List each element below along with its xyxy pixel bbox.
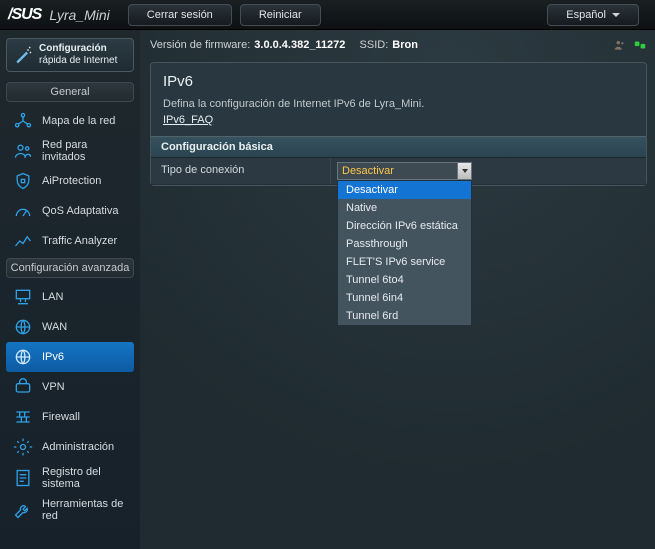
firmware-label: Versión de firmware: (150, 39, 250, 51)
status-icons (613, 38, 647, 52)
sidebar-item-label: Mapa de la red (42, 115, 115, 127)
sidebar-item-label: WAN (42, 321, 67, 333)
sidebar-item-wan[interactable]: WAN (6, 312, 134, 342)
vpn-icon (12, 376, 34, 398)
page-title: IPv6 (151, 63, 646, 98)
ipv6-faq-link[interactable]: IPv6_FAQ (151, 114, 225, 136)
shield-lock-icon (12, 170, 34, 192)
sidebar-item-network-map[interactable]: Mapa de la red (6, 106, 134, 136)
connection-type-option[interactable]: Tunnel 6in4 (338, 289, 471, 307)
sidebar-item-label: LAN (42, 291, 63, 303)
connection-type-option[interactable]: FLET'S IPv6 service (338, 253, 471, 271)
sidebar-item-aiprotection[interactable]: AiProtection (6, 166, 134, 196)
ssid-value: Bron (392, 39, 418, 51)
sidebar-item-lan[interactable]: LAN (6, 282, 134, 312)
brand-model: Lyra_Mini (49, 7, 109, 23)
network-map-icon (12, 110, 34, 132)
language-selector[interactable]: Español (547, 4, 639, 26)
gauge-icon (12, 200, 34, 222)
traffic-icon (12, 230, 34, 252)
sidebar-item-traffic-analyzer[interactable]: Traffic Analyzer (6, 226, 134, 256)
sidebar-item-firewall[interactable]: Firewall (6, 402, 134, 432)
gear-icon (12, 436, 34, 458)
logout-button[interactable]: Cerrar sesión (128, 4, 232, 26)
connection-type-option[interactable]: Tunnel 6to4 (338, 271, 471, 289)
sidebar-item-label: Red para invitados (42, 139, 128, 163)
sidebar-item-label: Administración (42, 441, 114, 453)
globe-icon (12, 316, 34, 338)
wrench-icon (12, 499, 34, 521)
section-general-header: General (6, 82, 134, 102)
ssid-label: SSID: (360, 39, 389, 51)
lan-icon (12, 286, 34, 308)
connection-type-dropdown: DesactivarNativeDirección IPv6 estáticaP… (337, 180, 472, 326)
sidebar-item-label: QoS Adaptativa (42, 205, 118, 217)
language-label: Español (566, 9, 606, 21)
connection-type-option[interactable]: Dirección IPv6 estática (338, 217, 471, 235)
log-icon (12, 467, 34, 489)
sidebar-item-label: AiProtection (42, 175, 101, 187)
sidebar-item-label: Traffic Analyzer (42, 235, 117, 247)
firmware-version: 3.0.0.4.382_11272 (254, 39, 345, 51)
connection-type-option[interactable]: Tunnel 6rd (338, 307, 471, 325)
qis-label: Configuraciónrápida de Internet (39, 43, 117, 67)
reboot-button[interactable]: Reiniciar (240, 4, 321, 26)
sidebar-item-label: Herramientas de red (42, 498, 123, 522)
section-advanced-header: Configuración avanzada (6, 258, 134, 278)
connection-type-row: Tipo de conexión Desactivar DesactivarNa… (151, 158, 646, 185)
sidebar-item-guest-network[interactable]: Red para invitados (6, 136, 134, 166)
sidebar-item-label: Registro del sistema (42, 466, 101, 490)
quick-internet-setup-button[interactable]: Configuraciónrápida de Internet (6, 38, 134, 72)
connection-type-value: Desactivar (342, 165, 394, 177)
link-status-icon[interactable] (633, 38, 647, 52)
sidebar: Configuraciónrápida de Internet General … (0, 30, 140, 549)
guest-network-icon (12, 140, 34, 162)
sidebar-item-label: Firewall (42, 411, 80, 423)
sidebar-item-label: IPv6 (42, 351, 64, 363)
sidebar-item-qos[interactable]: QoS Adaptativa (6, 196, 134, 226)
globe-icon (12, 346, 34, 368)
magic-wand-icon (13, 45, 33, 65)
connection-type-label: Tipo de conexión (151, 158, 331, 184)
chevron-down-icon (457, 163, 471, 179)
users-icon[interactable] (613, 38, 627, 52)
basic-config-header: Configuración básica (151, 136, 646, 158)
firmware-line: Versión de firmware: 3.0.0.4.382_11272 S… (150, 38, 647, 52)
sidebar-item-system-log[interactable]: Registro del sistema (6, 462, 134, 494)
sidebar-item-ipv6[interactable]: IPv6 (6, 342, 134, 372)
sidebar-item-administration[interactable]: Administración (6, 432, 134, 462)
firewall-icon (12, 406, 34, 428)
sidebar-item-label: VPN (42, 381, 65, 393)
content-area: Versión de firmware: 3.0.0.4.382_11272 S… (140, 30, 655, 549)
sidebar-item-vpn[interactable]: VPN (6, 372, 134, 402)
connection-type-option[interactable]: Native (338, 199, 471, 217)
top-bar: /SUS Lyra_Mini Cerrar sesión Reiniciar E… (0, 0, 655, 30)
page-description: Defina la configuración de Internet IPv6… (151, 98, 646, 114)
connection-type-option[interactable]: Passthrough (338, 235, 471, 253)
sidebar-item-network-tools[interactable]: Herramientas de red (6, 494, 134, 526)
brand-logo: /SUS (8, 6, 41, 24)
ipv6-panel: IPv6 Defina la configuración de Internet… (150, 62, 647, 186)
chevron-down-icon (612, 13, 620, 17)
connection-type-option[interactable]: Desactivar (338, 181, 471, 199)
connection-type-select[interactable]: Desactivar (337, 162, 472, 180)
